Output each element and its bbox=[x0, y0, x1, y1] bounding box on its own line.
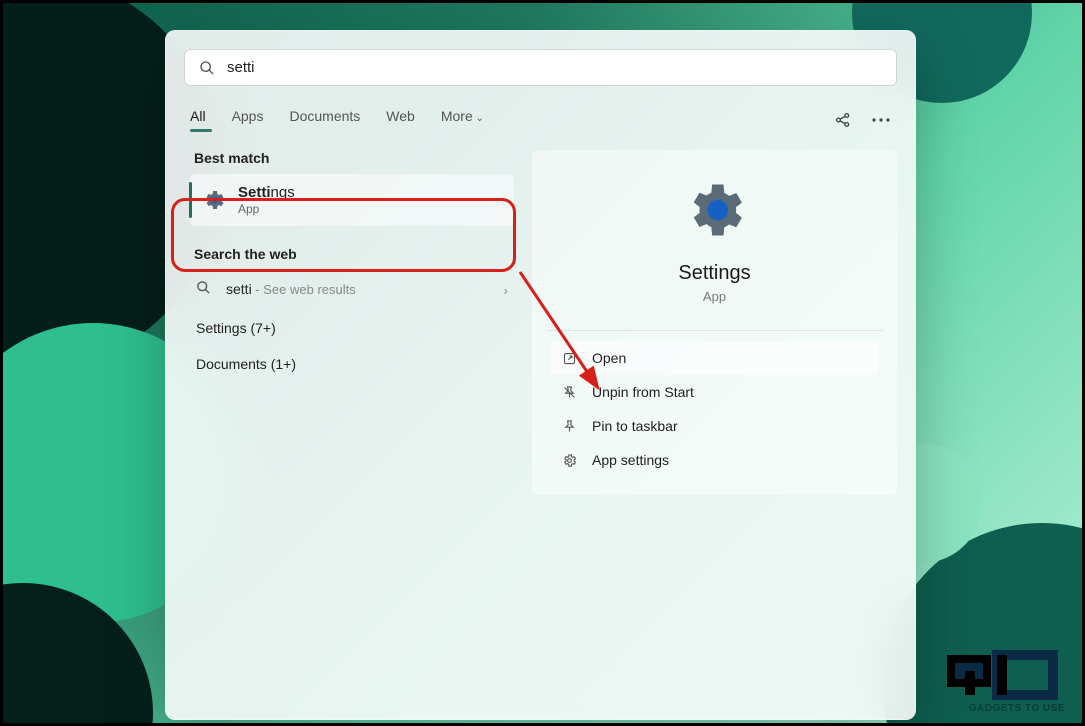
open-icon bbox=[560, 349, 578, 367]
search-input[interactable]: setti bbox=[184, 49, 897, 86]
more-options-icon[interactable] bbox=[871, 110, 891, 130]
preview-pane: Settings App Open Unpin from Start bbox=[532, 150, 897, 495]
web-sub: - See web results bbox=[252, 282, 356, 297]
chevron-right-icon: › bbox=[504, 283, 508, 298]
best-match-header: Best match bbox=[190, 150, 514, 166]
start-search-panel: setti All Apps Documents Web More Best m… bbox=[165, 30, 916, 720]
search-filter-tabs: All Apps Documents Web More bbox=[184, 108, 897, 132]
tab-apps[interactable]: Apps bbox=[232, 108, 264, 132]
web-search-result[interactable]: setti - See web results › bbox=[190, 270, 514, 310]
tab-all[interactable]: All bbox=[190, 108, 206, 132]
best-match-title: Settings bbox=[238, 184, 295, 202]
share-icon[interactable] bbox=[833, 110, 853, 130]
action-unpin-start[interactable]: Unpin from Start bbox=[550, 375, 879, 409]
tab-documents[interactable]: Documents bbox=[289, 108, 360, 132]
search-icon bbox=[196, 280, 214, 300]
gear-icon bbox=[681, 176, 749, 244]
search-web-header: Search the web bbox=[190, 246, 514, 262]
pin-icon bbox=[560, 417, 578, 435]
best-match-subtitle: App bbox=[238, 202, 295, 216]
tab-web[interactable]: Web bbox=[386, 108, 415, 132]
action-open[interactable]: Open bbox=[550, 341, 879, 375]
search-query-text: setti bbox=[227, 59, 255, 76]
tab-more[interactable]: More bbox=[441, 108, 484, 132]
action-pin-taskbar[interactable]: Pin to taskbar bbox=[550, 409, 879, 443]
documents-more-results[interactable]: Documents (1+) bbox=[190, 346, 514, 382]
web-query: setti bbox=[226, 281, 252, 297]
gear-icon bbox=[560, 451, 578, 469]
settings-more-results[interactable]: Settings (7+) bbox=[190, 310, 514, 346]
preview-title: Settings bbox=[678, 262, 750, 285]
search-icon bbox=[199, 60, 215, 76]
best-match-settings[interactable]: Settings App bbox=[190, 174, 514, 226]
action-app-settings[interactable]: App settings bbox=[550, 443, 879, 477]
preview-subtitle: App bbox=[703, 289, 726, 304]
gear-icon bbox=[202, 188, 226, 212]
unpin-icon bbox=[560, 383, 578, 401]
watermark-logo: GADGETS TO USE bbox=[945, 649, 1065, 714]
